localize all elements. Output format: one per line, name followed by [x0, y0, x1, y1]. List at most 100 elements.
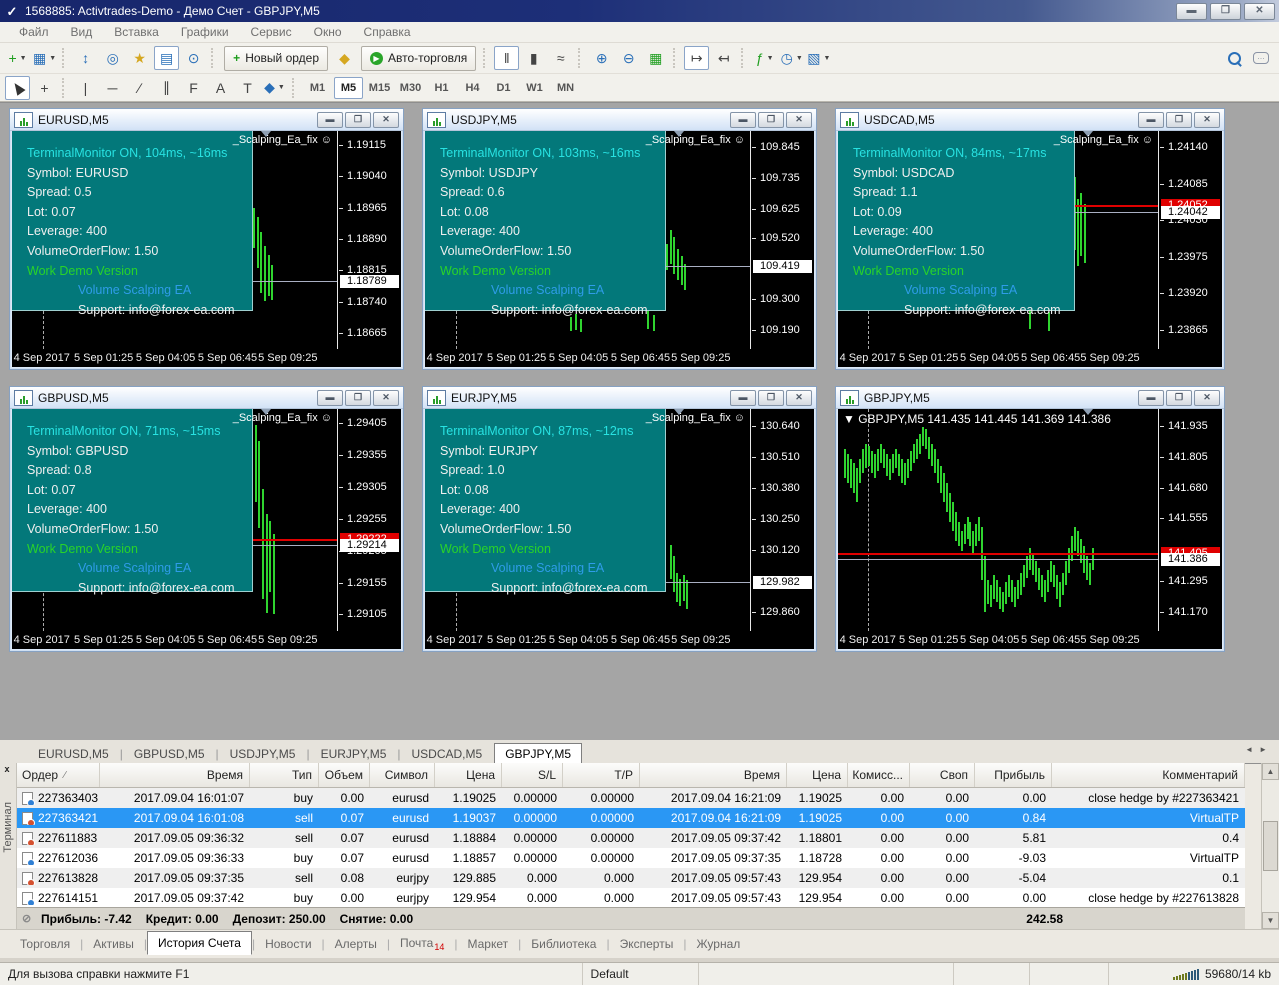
- arrows-button[interactable]: ◆ ▼: [262, 76, 287, 100]
- auto-scroll-button[interactable]: ↦: [684, 46, 710, 70]
- chart-close-button[interactable]: ✕: [786, 389, 812, 406]
- channel-button[interactable]: ∥: [154, 76, 179, 100]
- label-button[interactable]: T: [235, 76, 260, 100]
- timeframe-M30[interactable]: M30: [396, 77, 425, 99]
- tile-windows-button[interactable]: ▦: [643, 46, 668, 70]
- chart-plot[interactable]: ▼TerminalMonitor ON, 84ms, ~17msSymbol: …: [838, 131, 1159, 350]
- chart-plot[interactable]: ▼TerminalMonitor ON, 87ms, ~12msSymbol: …: [425, 409, 751, 632]
- chart-shift-button[interactable]: ↤: [711, 46, 736, 70]
- chart-minimize-button[interactable]: ▬: [317, 389, 343, 406]
- hline-button[interactable]: ─: [100, 76, 125, 100]
- trendline-button[interactable]: ∕: [127, 76, 152, 100]
- tab-scroll-arrows[interactable]: ◄►: [1245, 745, 1273, 754]
- timeframe-M1[interactable]: M1: [303, 77, 332, 99]
- search-icon[interactable]: [1228, 51, 1241, 65]
- timeframe-D1[interactable]: D1: [489, 77, 518, 99]
- table-row[interactable]: 227611883 2017.09.05 09:36:32 sell 0.07 euru…: [16, 828, 1245, 848]
- chart-tab-GBPUSD,M5[interactable]: GBPUSD,M5: [124, 744, 215, 763]
- chart-close-button[interactable]: ✕: [373, 389, 399, 406]
- cursor-button[interactable]: [5, 75, 30, 100]
- chart-tab-USDCAD,M5[interactable]: USDCAD,M5: [402, 744, 493, 763]
- chart-close-button[interactable]: ✕: [786, 111, 812, 128]
- chart-minimize-button[interactable]: ▬: [317, 111, 343, 128]
- data-window-button[interactable]: ◎: [100, 46, 125, 70]
- menu-item-Сервис[interactable]: Сервис: [240, 25, 303, 39]
- scrollbar-thumb[interactable]: [1263, 821, 1278, 871]
- column-header-Прибыль[interactable]: Прибыль: [975, 763, 1052, 787]
- column-header-SL[interactable]: S/L: [502, 763, 563, 787]
- status-profile[interactable]: Default: [583, 963, 699, 985]
- timeframe-W1[interactable]: W1: [520, 77, 549, 99]
- terminal-tab-Эксперты[interactable]: Эксперты: [610, 933, 684, 955]
- terminal-close-icon[interactable]: x: [0, 763, 14, 776]
- terminal-tab-Новости[interactable]: Новости: [255, 933, 321, 955]
- terminal-tab-Торговля[interactable]: Торговля: [10, 933, 80, 955]
- chart-bars-button[interactable]: ‖: [494, 46, 520, 70]
- text-button[interactable]: A: [208, 76, 233, 100]
- chart-minimize-button[interactable]: ▬: [730, 389, 756, 406]
- profiles-button[interactable]: ▦ ▼: [32, 46, 57, 70]
- timeframe-H1[interactable]: H1: [427, 77, 456, 99]
- column-header-Цена[interactable]: Цена: [787, 763, 848, 787]
- fibonacci-button[interactable]: F: [181, 76, 206, 100]
- menu-item-Справка[interactable]: Справка: [353, 25, 422, 39]
- menu-item-Файл[interactable]: Файл: [8, 25, 60, 39]
- table-row[interactable]: 227612036 2017.09.05 09:36:33 buy 0.07 eurus…: [16, 848, 1245, 868]
- table-row[interactable]: 227363403 2017.09.04 16:01:07 buy 0.00 eurus…: [16, 788, 1245, 808]
- timeframe-H4[interactable]: H4: [458, 77, 487, 99]
- column-header-Объем[interactable]: Объем: [319, 763, 370, 787]
- new-order-button[interactable]: + Новый ордер: [224, 45, 328, 71]
- scroll-up-icon[interactable]: ▲: [1262, 763, 1279, 780]
- column-header-Ордер[interactable]: Ордер ∕: [16, 763, 100, 787]
- templates-button[interactable]: ▧ ▼: [806, 46, 831, 70]
- crosshair-button[interactable]: +: [32, 76, 57, 100]
- chart-close-button[interactable]: ✕: [1194, 389, 1220, 406]
- chart-restore-button[interactable]: ❐: [1166, 389, 1192, 406]
- column-header-Комментарий[interactable]: Комментарий: [1052, 763, 1245, 787]
- chart-restore-button[interactable]: ❐: [758, 389, 784, 406]
- strategy-tester-button[interactable]: ⊙: [181, 46, 206, 70]
- chart-restore-button[interactable]: ❐: [1166, 111, 1192, 128]
- periods-button[interactable]: ◷ ▼: [779, 46, 804, 70]
- chart-close-button[interactable]: ✕: [373, 111, 399, 128]
- menu-item-Вид[interactable]: Вид: [60, 25, 104, 39]
- close-button[interactable]: ✕: [1244, 2, 1275, 20]
- timeframe-M5[interactable]: M5: [334, 76, 363, 99]
- chart-tab-EURJPY,M5[interactable]: EURJPY,M5: [311, 744, 397, 763]
- column-header-Время[interactable]: Время: [100, 763, 250, 787]
- chart-tab-EURUSD,M5[interactable]: EURUSD,M5: [28, 744, 119, 763]
- table-row[interactable]: 227614151 2017.09.05 09:37:42 buy 0.00 eurjp…: [16, 888, 1245, 908]
- zoom-in-button[interactable]: ⊕: [589, 46, 614, 70]
- terminal-tab-Алерты[interactable]: Алерты: [325, 933, 387, 955]
- chart-plot[interactable]: ▼TerminalMonitor ON, 71ms, ~15msSymbol: …: [12, 409, 338, 632]
- vline-button[interactable]: |: [73, 76, 98, 100]
- column-header-TP[interactable]: T/P: [563, 763, 640, 787]
- market-watch-button[interactable]: ↕: [73, 46, 98, 70]
- metaeditor-button[interactable]: ◆: [332, 46, 357, 70]
- minimize-button[interactable]: ▬: [1176, 2, 1207, 20]
- autotrading-button[interactable]: ▶ Авто-торговля: [361, 45, 477, 71]
- chart-plot[interactable]: ▼TerminalMonitor ON, 104ms, ~16msSymbol:…: [12, 131, 338, 350]
- chart-tab-USDJPY,M5[interactable]: USDJPY,M5: [220, 744, 306, 763]
- timeframe-M15[interactable]: M15: [365, 77, 394, 99]
- chart-candles-button[interactable]: ▮: [521, 46, 546, 70]
- chart-close-button[interactable]: ✕: [1194, 111, 1220, 128]
- column-header-Своп[interactable]: Своп: [910, 763, 975, 787]
- column-header-Цена[interactable]: Цена: [435, 763, 502, 787]
- column-header-Время[interactable]: Время: [640, 763, 787, 787]
- table-row[interactable]: 227613828 2017.09.05 09:37:35 sell 0.08 eurj…: [16, 868, 1245, 888]
- menu-item-Вставка[interactable]: Вставка: [103, 25, 170, 39]
- terminal-tab-Активы[interactable]: Активы: [83, 933, 144, 955]
- new-chart-button[interactable]: + ▼: [5, 46, 30, 70]
- table-scrollbar[interactable]: ▲ ▼: [1261, 763, 1279, 929]
- chart-minimize-button[interactable]: ▬: [730, 111, 756, 128]
- column-header-Тип[interactable]: Тип: [250, 763, 319, 787]
- community-chat-icon[interactable]: …: [1253, 52, 1269, 64]
- terminal-tab-Почта[interactable]: Почта14: [390, 932, 454, 956]
- table-row[interactable]: 227363421 2017.09.04 16:01:08 sell 0.07 euru…: [16, 808, 1245, 828]
- menu-item-Окно[interactable]: Окно: [303, 25, 353, 39]
- terminal-tab-Маркет[interactable]: Маркет: [457, 933, 518, 955]
- scroll-down-icon[interactable]: ▼: [1262, 912, 1279, 929]
- chart-minimize-button[interactable]: ▬: [1138, 111, 1164, 128]
- indicators-button[interactable]: ƒ ▼: [752, 46, 777, 70]
